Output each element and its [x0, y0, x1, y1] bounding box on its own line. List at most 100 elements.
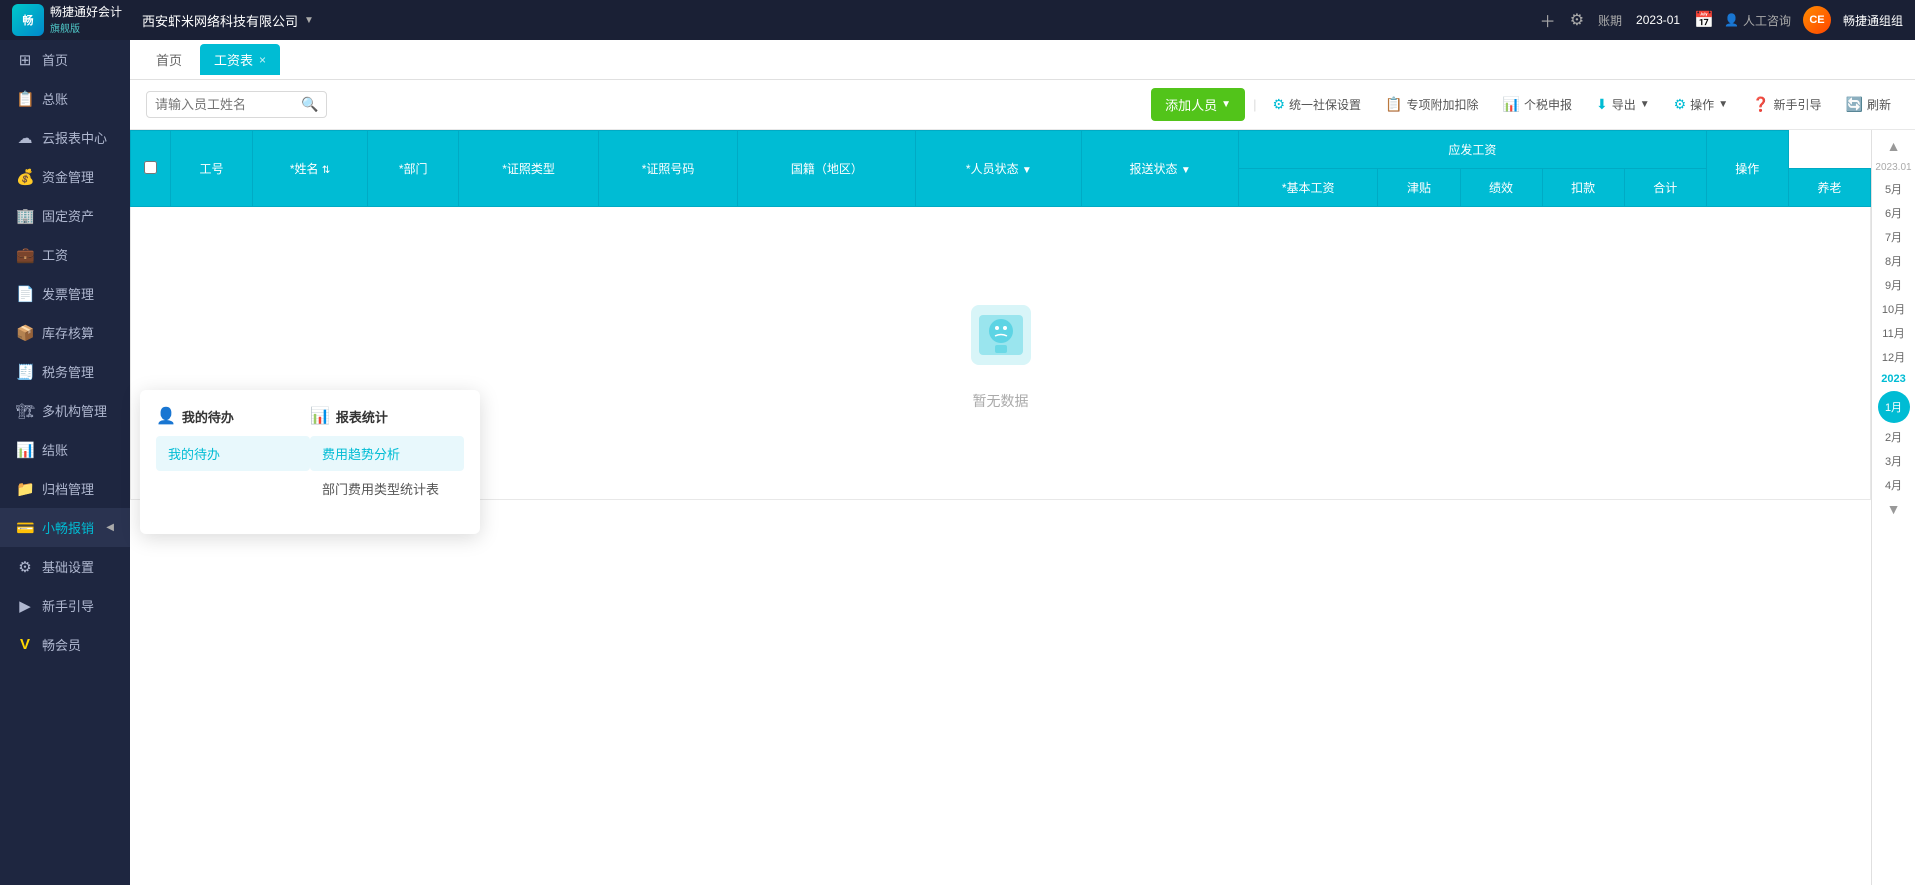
add-icon-btn[interactable]: ＋: [1540, 8, 1556, 32]
popup-section-todo: 👤 我的待办 我的待办: [156, 406, 310, 506]
popup-cost-trend-label: 费用趋势分析: [322, 444, 400, 463]
support-icon: 👤: [1724, 13, 1739, 27]
personal-tax-btn[interactable]: 📊 个税申报: [1495, 96, 1580, 113]
operations-btn[interactable]: ⚙ 操作 ▼: [1666, 96, 1736, 113]
company-selector[interactable]: 西安虾米网络科技有限公司 ▼: [142, 11, 1530, 30]
operations-arrow-icon: ▼: [1718, 99, 1728, 110]
timeline-year-2023: 2023: [1881, 369, 1905, 389]
sidebar-item-tax[interactable]: 🧾 税务管理: [0, 352, 130, 391]
timeline-month-11[interactable]: 11月: [1872, 321, 1915, 345]
salary-icon: 💼: [16, 246, 34, 264]
new-guide-btn[interactable]: ❓ 新手引导: [1744, 96, 1829, 113]
special-deduction-icon: 📋: [1385, 96, 1402, 113]
timeline-month-3[interactable]: 3月: [1872, 449, 1915, 473]
export-arrow-icon: ▼: [1640, 99, 1650, 110]
timeline-up-icon[interactable]: ▲: [1883, 134, 1905, 158]
timeline-month-8[interactable]: 8月: [1872, 249, 1915, 273]
home-icon: ⊞: [16, 51, 34, 69]
th-checkbox[interactable]: [131, 131, 171, 207]
th-deduction: 扣款: [1542, 169, 1624, 207]
refresh-btn[interactable]: 🔄 刷新: [1838, 96, 1899, 113]
th-salary-group: 应发工资: [1238, 131, 1706, 169]
add-person-button[interactable]: 添加人员 ▼: [1151, 88, 1245, 121]
sidebar-label-inventory: 库存核算: [42, 323, 94, 342]
user-avatar: CE: [1803, 6, 1831, 34]
tab-home[interactable]: 首页: [142, 44, 196, 75]
support-button[interactable]: 👤 人工咨询: [1724, 12, 1791, 29]
sidebar-label-guide: 新手引导: [42, 596, 94, 615]
status-filter-icon[interactable]: ▼: [1022, 165, 1032, 176]
sidebar-item-fixed-assets[interactable]: 🏢 固定资产: [0, 196, 130, 235]
guide-icon: ▶: [16, 597, 34, 615]
sidebar-item-invoice[interactable]: 📄 发票管理: [0, 274, 130, 313]
tab-salary-close-icon[interactable]: ×: [259, 53, 266, 67]
popup-my-todo[interactable]: 我的待办: [156, 436, 310, 471]
sidebar-item-salary[interactable]: 💼 工资: [0, 235, 130, 274]
cloud-icon: ☁: [16, 129, 34, 147]
timeline-month-4[interactable]: 4月: [1872, 473, 1915, 497]
sidebar-label-fixed-assets: 固定资产: [42, 206, 94, 225]
timeline-month-5[interactable]: 5月: [1872, 177, 1915, 201]
timeline-month-1-active[interactable]: 1月: [1878, 391, 1910, 423]
timeline-down-icon[interactable]: ▼: [1883, 497, 1905, 521]
timeline-month-6[interactable]: 6月: [1872, 201, 1915, 225]
sidebar-item-general-ledger[interactable]: 📋 总账: [0, 79, 130, 118]
sidebar-item-basic-settings[interactable]: ⚙ 基础设置: [0, 547, 130, 586]
report-filter-icon[interactable]: ▼: [1181, 165, 1191, 176]
top-right: 👤 人工咨询 CE 畅捷通组组: [1724, 6, 1903, 34]
popup-columns: 👤 我的待办 我的待办 📊 报表统计 费用趋势分析 部门费用类型统计表: [156, 406, 464, 518]
new-guide-toolbar-icon: ❓: [1752, 96, 1769, 113]
sidebar-label-salary: 工资: [42, 245, 68, 264]
special-deduction-btn[interactable]: 📋 专项附加扣除: [1377, 96, 1486, 113]
sidebar-item-expense[interactable]: 💳 小畅报销 ◀: [0, 508, 130, 547]
timeline-panel: ▲ 2023.01 5月 6月 7月 8月 9月 10月 11月 12月 202…: [1871, 130, 1915, 885]
popup-todo-title-label: 我的待办: [182, 407, 234, 426]
app-logo-icon: 畅: [12, 4, 44, 36]
timeline-month-2[interactable]: 2月: [1872, 425, 1915, 449]
sidebar-item-inventory[interactable]: 📦 库存核算: [0, 313, 130, 352]
sidebar-label-invoice: 发票管理: [42, 284, 94, 303]
app-title: 畅捷通好会计: [50, 5, 122, 19]
sidebar-item-member[interactable]: V 畅会员: [0, 625, 130, 664]
timeline-month-9[interactable]: 9月: [1872, 273, 1915, 297]
sidebar-label-expense: 小畅报销: [42, 518, 94, 537]
th-id-type: *证照类型: [459, 131, 598, 207]
sidebar-item-home[interactable]: ⊞ 首页: [0, 40, 130, 79]
popup-dept-cost-label: 部门费用类型统计表: [322, 479, 439, 498]
sidebar-item-reconciliation[interactable]: 📊 结账: [0, 430, 130, 469]
name-sort-icon[interactable]: ⇅: [322, 165, 330, 176]
fund-icon: 💰: [16, 168, 34, 186]
timeline-month-12[interactable]: 12月: [1872, 345, 1915, 369]
export-btn[interactable]: ⬇ 导出 ▼: [1588, 96, 1658, 113]
sidebar-item-fund[interactable]: 💰 资金管理: [0, 157, 130, 196]
todo-section-icon: 👤: [156, 406, 176, 426]
timeline-month-10[interactable]: 10月: [1872, 297, 1915, 321]
social-security-label: 统一社保设置: [1289, 96, 1361, 113]
tab-salary[interactable]: 工资表 ×: [200, 44, 280, 75]
timeline-month-7[interactable]: 7月: [1872, 225, 1915, 249]
sidebar-item-cloud-reports[interactable]: ☁ 云报表中心: [0, 118, 130, 157]
toolbar: 🔍 添加人员 ▼ | ⚙ 统一社保设置 📋 专项附加扣除 📊 个税申报 ⬇: [130, 80, 1915, 130]
period-label: 账期: [1598, 12, 1622, 29]
popup-dept-cost[interactable]: 部门费用类型统计表: [310, 471, 464, 506]
th-status: *人员状态 ▼: [916, 131, 1082, 207]
personal-tax-icon: 📊: [1503, 96, 1520, 113]
sidebar-item-guide[interactable]: ▶ 新手引导: [0, 586, 130, 625]
company-chevron-icon: ▼: [304, 15, 314, 26]
add-person-label: 添加人员: [1165, 95, 1217, 114]
th-department: *部门: [367, 131, 458, 207]
reconciliation-icon: 📊: [16, 441, 34, 459]
sidebar-item-archive[interactable]: 📁 归档管理: [0, 469, 130, 508]
th-operations: 操作: [1706, 131, 1788, 207]
settings-icon-btn[interactable]: ⚙: [1570, 10, 1584, 30]
sidebar-item-multi-org[interactable]: 🏗 多机构管理: [0, 391, 130, 430]
social-security-btn[interactable]: ⚙ 统一社保设置: [1264, 96, 1369, 113]
search-input[interactable]: [155, 97, 295, 112]
period-value: 2023-01: [1636, 13, 1680, 27]
search-icon[interactable]: 🔍: [301, 96, 318, 113]
select-all-checkbox[interactable]: [144, 161, 157, 174]
calendar-icon-btn[interactable]: 📅: [1694, 10, 1714, 30]
operations-icon: ⚙: [1674, 96, 1687, 113]
inventory-icon: 📦: [16, 324, 34, 342]
popup-cost-trend[interactable]: 费用趋势分析: [310, 436, 464, 471]
